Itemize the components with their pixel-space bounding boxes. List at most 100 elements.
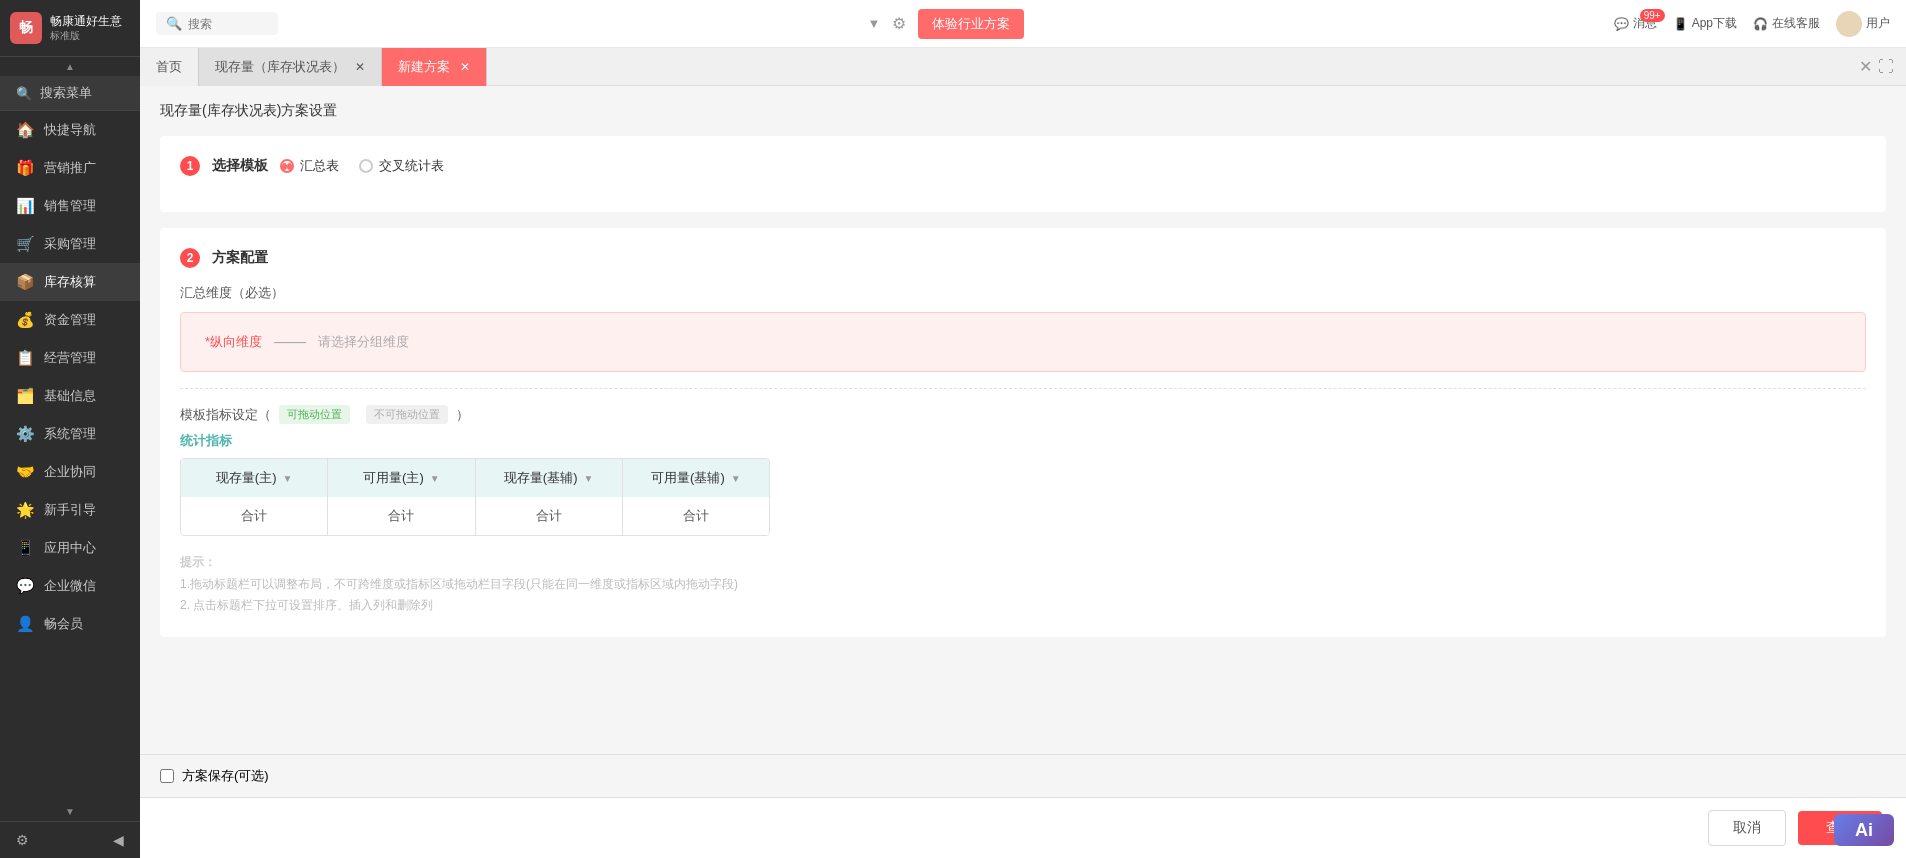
metric-table: 现存量(主) ▼ 可用量(主) ▼ 现存量(基辅) ▼ 可用量(基辅) [180,458,770,536]
panel-expand-button[interactable]: ⛶ [1878,58,1894,76]
tab-home[interactable]: 首页 [140,48,199,86]
purchase-icon: 🛒 [16,235,34,253]
metric-col-0-label: 现存量(主) [216,469,277,487]
metric-col-0-chevron[interactable]: ▼ [283,473,293,484]
content-area: 现存量(库存状况表)方案设置 1 选择模板 汇总表 交叉统计表 [140,86,1906,754]
tab-new-scheme[interactable]: 新建方案 ✕ [382,48,487,86]
user-avatar [1836,11,1862,37]
sidebar-item-label: 畅会员 [44,615,83,633]
collapse-sidebar-icon[interactable]: ◀ [113,832,124,848]
sidebar-item-member[interactable]: 👤 畅会员 [0,605,140,643]
non-draggable-tag: 不可拖动位置 [366,405,448,424]
search-icon: 🔍 [16,86,32,101]
metric-col-3[interactable]: 可用量(基辅) ▼ [623,459,769,497]
topbar-user[interactable]: 用户 [1836,11,1890,37]
app-logo-icon: 畅 [10,12,42,44]
page-title: 现存量(库存状况表)方案设置 [160,102,1886,120]
sidebar-item-label: 系统管理 [44,425,96,443]
sidebar-item-app-center[interactable]: 📱 应用中心 [0,529,140,567]
step1-title: 选择模板 [212,157,268,175]
topbar-message[interactable]: 💬 消息 99+ [1614,15,1657,32]
app-name: 畅康通好生意 [50,13,122,30]
home-tab-label: 首页 [156,58,182,76]
radio-summary[interactable]: 汇总表 [280,157,339,175]
metric-col-2-label: 现存量(基辅) [504,469,578,487]
tabbar: 首页 现存量（库存状况表） ✕ 新建方案 ✕ ✕ ⛶ [140,48,1906,86]
topbar-dropdown-icon[interactable]: ▼ [867,16,880,31]
content-footer: 方案保存(可选) [140,754,1906,797]
sidebar-item-marketing[interactable]: 🎁 营销推广 [0,149,140,187]
metric-col-1[interactable]: 可用量(主) ▼ [328,459,475,497]
sidebar-item-label: 新手引导 [44,501,96,519]
sidebar-scroll-up[interactable]: ▲ [0,57,140,76]
topbar-search-icon: 🔍 [166,16,182,31]
sidebar-item-system[interactable]: ⚙️ 系统管理 [0,415,140,453]
radio-summary-dot [280,159,294,173]
sidebar-item-enterprise[interactable]: 🤝 企业协同 [0,453,140,491]
cancel-button[interactable]: 取消 [1708,810,1786,846]
sidebar-item-new-guide[interactable]: 🌟 新手引导 [0,491,140,529]
metric-settings-header: 模板指标设定（ 可拖动位置 不可拖动位置 ） [180,405,1866,424]
base-info-icon: 🗂️ [16,387,34,405]
sales-icon: 📊 [16,197,34,215]
sidebar-item-wechat[interactable]: 💬 企业微信 [0,567,140,605]
metric-settings-suffix: ） [456,406,469,424]
metric-cell-2: 合计 [476,497,623,535]
sidebar-item-sales[interactable]: 📊 销售管理 [0,187,140,225]
metric-settings-label: 模板指标设定（ [180,406,271,424]
save-checkbox[interactable] [160,769,174,783]
wechat-icon: 💬 [16,577,34,595]
sidebar-scroll-down[interactable]: ▼ [0,802,140,821]
tip-line-1: 1.拖动标题栏可以调整布局，不可跨维度或指标区域拖动栏目字段(只能在同一维度或指… [180,574,1866,596]
sidebar-item-quick-nav[interactable]: 🏠 快捷导航 [0,111,140,149]
vertical-dim-area[interactable]: *纵向维度 —— 请选择分组维度 [180,312,1866,372]
sidebar-item-base-info[interactable]: 🗂️ 基础信息 [0,377,140,415]
inventory-icon: 📦 [16,273,34,291]
message-icon: 💬 [1614,17,1629,31]
radio-cross[interactable]: 交叉统计表 [359,157,444,175]
topbar-settings-icon[interactable]: ⚙ [892,14,906,33]
sidebar-item-finance[interactable]: 💰 资金管理 [0,301,140,339]
message-badge: 99+ [1640,9,1665,22]
sidebar-item-operations[interactable]: 📋 经营管理 [0,339,140,377]
metric-cell-0: 合计 [181,497,328,535]
inventory-status-tab-label: 现存量（库存状况表） [215,58,345,76]
topbar-app-download[interactable]: 📱 App下载 [1673,15,1737,32]
sidebar-item-label: 库存核算 [44,273,96,291]
member-icon: 👤 [16,615,34,633]
step2-header: 2 方案配置 [180,248,1866,268]
sidebar-item-label: 快捷导航 [44,121,96,139]
metric-col-2-chevron[interactable]: ▼ [584,473,594,484]
marketing-icon: 🎁 [16,159,34,177]
metric-col-3-chevron[interactable]: ▼ [731,473,741,484]
stats-label: 统计指标 [180,432,1866,450]
mobile-icon: 📱 [1673,17,1688,31]
metric-col-0[interactable]: 现存量(主) ▼ [181,459,328,497]
radio-cross-label: 交叉统计表 [379,157,444,175]
panel-close-button[interactable]: ✕ [1859,57,1872,76]
sidebar-item-inventory[interactable]: 📦 库存核算 [0,263,140,301]
trial-btn[interactable]: 体验行业方案 [918,9,1024,39]
new-guide-icon: 🌟 [16,501,34,519]
metric-col-1-chevron[interactable]: ▼ [430,473,440,484]
sidebar-search[interactable]: 🔍 搜索菜单 [0,76,140,111]
tab-inventory-status[interactable]: 现存量（库存状况表） ✕ [199,48,382,86]
save-label: 方案保存(可选) [182,767,269,785]
sidebar-item-purchase[interactable]: 🛒 采购管理 [0,225,140,263]
ai-badge[interactable]: Ai [1834,814,1894,846]
metric-col-2[interactable]: 现存量(基辅) ▼ [476,459,623,497]
topbar-search-input[interactable] [188,17,268,31]
tab-inventory-close-icon[interactable]: ✕ [355,60,365,74]
tab-new-scheme-close-icon[interactable]: ✕ [460,60,470,74]
settings-footer-icon[interactable]: ⚙ [16,832,29,848]
sidebar: 畅 畅康通好生意 标准版 ▲ 🔍 搜索菜单 🏠 快捷导航 🎁 营销推广 📊 销售… [0,0,140,858]
main-area: 🔍 ▼ ⚙ 体验行业方案 💬 消息 99+ 📱 App下载 🎧 在线客服 用户 [140,0,1906,858]
sidebar-item-label: 经营管理 [44,349,96,367]
enterprise-icon: 🤝 [16,463,34,481]
topbar-search-box[interactable]: 🔍 [156,12,278,35]
tips-title: 提示： [180,555,216,569]
step1-badge: 1 [180,156,200,176]
finance-icon: 💰 [16,311,34,329]
topbar-online-service[interactable]: 🎧 在线客服 [1753,15,1820,32]
sidebar-nav: 🔍 搜索菜单 🏠 快捷导航 🎁 营销推广 📊 销售管理 🛒 采购管理 📦 库存核… [0,76,140,802]
